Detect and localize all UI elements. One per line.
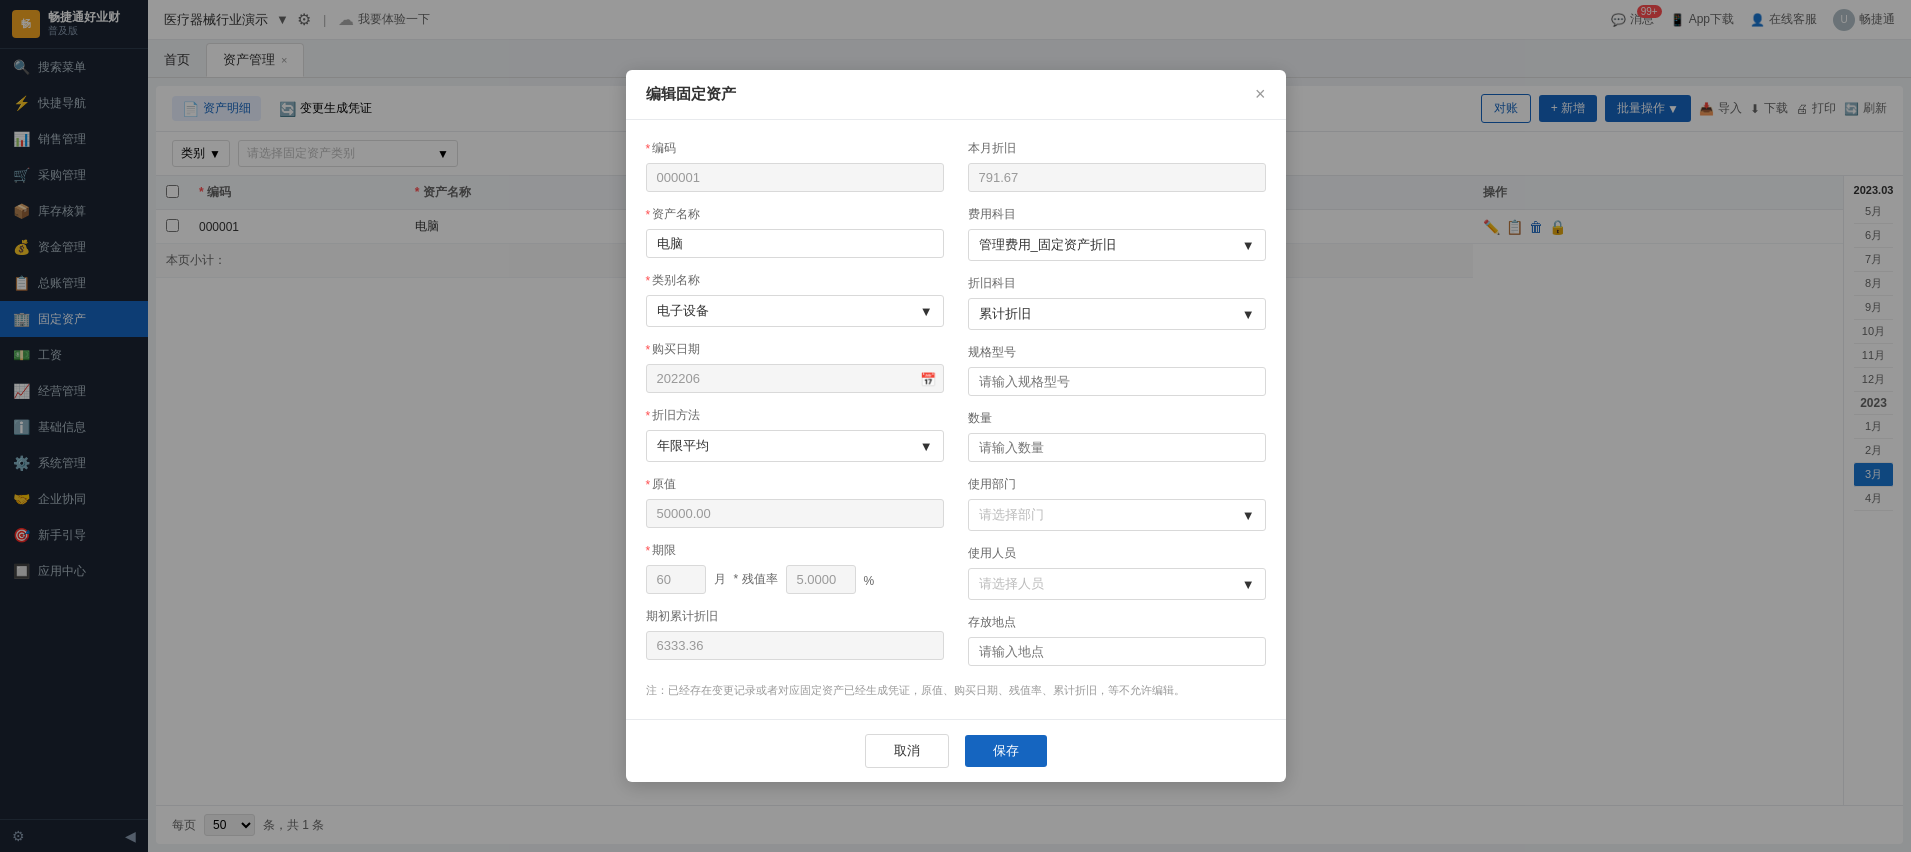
dep-method-select[interactable]: 年限平均 ▼ (646, 430, 944, 462)
residual-rate-input[interactable] (786, 565, 856, 594)
modal-close-btn[interactable]: × (1255, 84, 1266, 105)
modal-body: * 编码 * 资产名称 (626, 120, 1286, 719)
asset-name-label: * 资产名称 (646, 206, 944, 223)
quantity-input[interactable] (968, 433, 1266, 462)
period-input[interactable] (646, 565, 706, 594)
form-col-right: 本月折旧 费用科目 管理费用_固定资产折旧 ▼ (968, 140, 1266, 666)
dep-account-label: 折旧科目 (968, 275, 1266, 292)
dept-select-icon: ▼ (1242, 508, 1255, 523)
asset-name-input[interactable] (646, 229, 944, 258)
modal-title: 编辑固定资产 (646, 85, 736, 104)
category-select-icon: ▼ (920, 304, 933, 319)
form-row-spec: 规格型号 (968, 344, 1266, 396)
form-row-initial-dep: 期初累计折旧 (646, 608, 944, 660)
user-select-icon: ▼ (1242, 577, 1255, 592)
form-row-period-residual: * 期限 月 * 残值率 % (646, 542, 944, 594)
save-btn[interactable]: 保存 (965, 735, 1047, 767)
dep-method-select-icon: ▼ (920, 439, 933, 454)
form-row-monthly-dep: 本月折旧 (968, 140, 1266, 192)
modal-header: 编辑固定资产 × (626, 70, 1286, 120)
form-row-location: 存放地点 (968, 614, 1266, 666)
location-input[interactable] (968, 637, 1266, 666)
form-row-quantity: 数量 (968, 410, 1266, 462)
original-value-input[interactable] (646, 499, 944, 528)
form-row-code: * 编码 (646, 140, 944, 192)
form-row-original-value: * 原值 (646, 476, 944, 528)
purchase-date-label: * 购买日期 (646, 341, 944, 358)
form-row-dep-account: 折旧科目 累计折旧 ▼ (968, 275, 1266, 330)
expense-account-label: 费用科目 (968, 206, 1266, 223)
dep-method-label: * 折旧方法 (646, 407, 944, 424)
initial-dep-label: 期初累计折旧 (646, 608, 944, 625)
modal-overlay: 编辑固定资产 × * 编码 (0, 0, 1911, 852)
form-row-dep-method: * 折旧方法 年限平均 ▼ (646, 407, 944, 462)
code-input[interactable] (646, 163, 944, 192)
form-row-purchase-date: * 购买日期 📅 (646, 341, 944, 393)
spec-input[interactable] (968, 367, 1266, 396)
form-row-category: * 类别名称 电子设备 ▼ (646, 272, 944, 327)
expense-account-select[interactable]: 管理费用_固定资产折旧 ▼ (968, 229, 1266, 261)
quantity-label: 数量 (968, 410, 1266, 427)
modal-footer: 取消 保存 (626, 719, 1286, 782)
cancel-btn[interactable]: 取消 (865, 734, 949, 768)
purchase-date-wrapper: 📅 (646, 364, 944, 393)
original-value-label: * 原值 (646, 476, 944, 493)
category-name-label: * 类别名称 (646, 272, 944, 289)
period-label: * 期限 (646, 542, 944, 559)
expense-account-select-icon: ▼ (1242, 238, 1255, 253)
form-col-left: * 编码 * 资产名称 (646, 140, 944, 666)
dept-select[interactable]: 请选择部门 ▼ (968, 499, 1266, 531)
modal-note: 注：已经存在变更记录或者对应固定资产已经生成凭证，原值、购买日期、残值率、累计折… (646, 682, 1266, 699)
purchase-date-input[interactable] (646, 364, 944, 393)
form-row-user: 使用人员 请选择人员 ▼ (968, 545, 1266, 600)
calendar-icon[interactable]: 📅 (920, 371, 936, 386)
period-residual-inline: 月 * 残值率 % (646, 565, 944, 594)
edit-asset-modal: 编辑固定资产 × * 编码 (626, 70, 1286, 782)
monthly-dep-label: 本月折旧 (968, 140, 1266, 157)
form-row-dept: 使用部门 请选择部门 ▼ (968, 476, 1266, 531)
modal-form-grid: * 编码 * 资产名称 (646, 140, 1266, 666)
dep-account-select[interactable]: 累计折旧 ▼ (968, 298, 1266, 330)
user-select[interactable]: 请选择人员 ▼ (968, 568, 1266, 600)
location-label: 存放地点 (968, 614, 1266, 631)
form-row-expense-account: 费用科目 管理费用_固定资产折旧 ▼ (968, 206, 1266, 261)
form-row-asset-name: * 资产名称 (646, 206, 944, 258)
user-label: 使用人员 (968, 545, 1266, 562)
category-select[interactable]: 电子设备 ▼ (646, 295, 944, 327)
code-label: * 编码 (646, 140, 944, 157)
dept-label: 使用部门 (968, 476, 1266, 493)
monthly-dep-input (968, 163, 1266, 192)
spec-label: 规格型号 (968, 344, 1266, 361)
initial-dep-input[interactable] (646, 631, 944, 660)
dep-account-select-icon: ▼ (1242, 307, 1255, 322)
